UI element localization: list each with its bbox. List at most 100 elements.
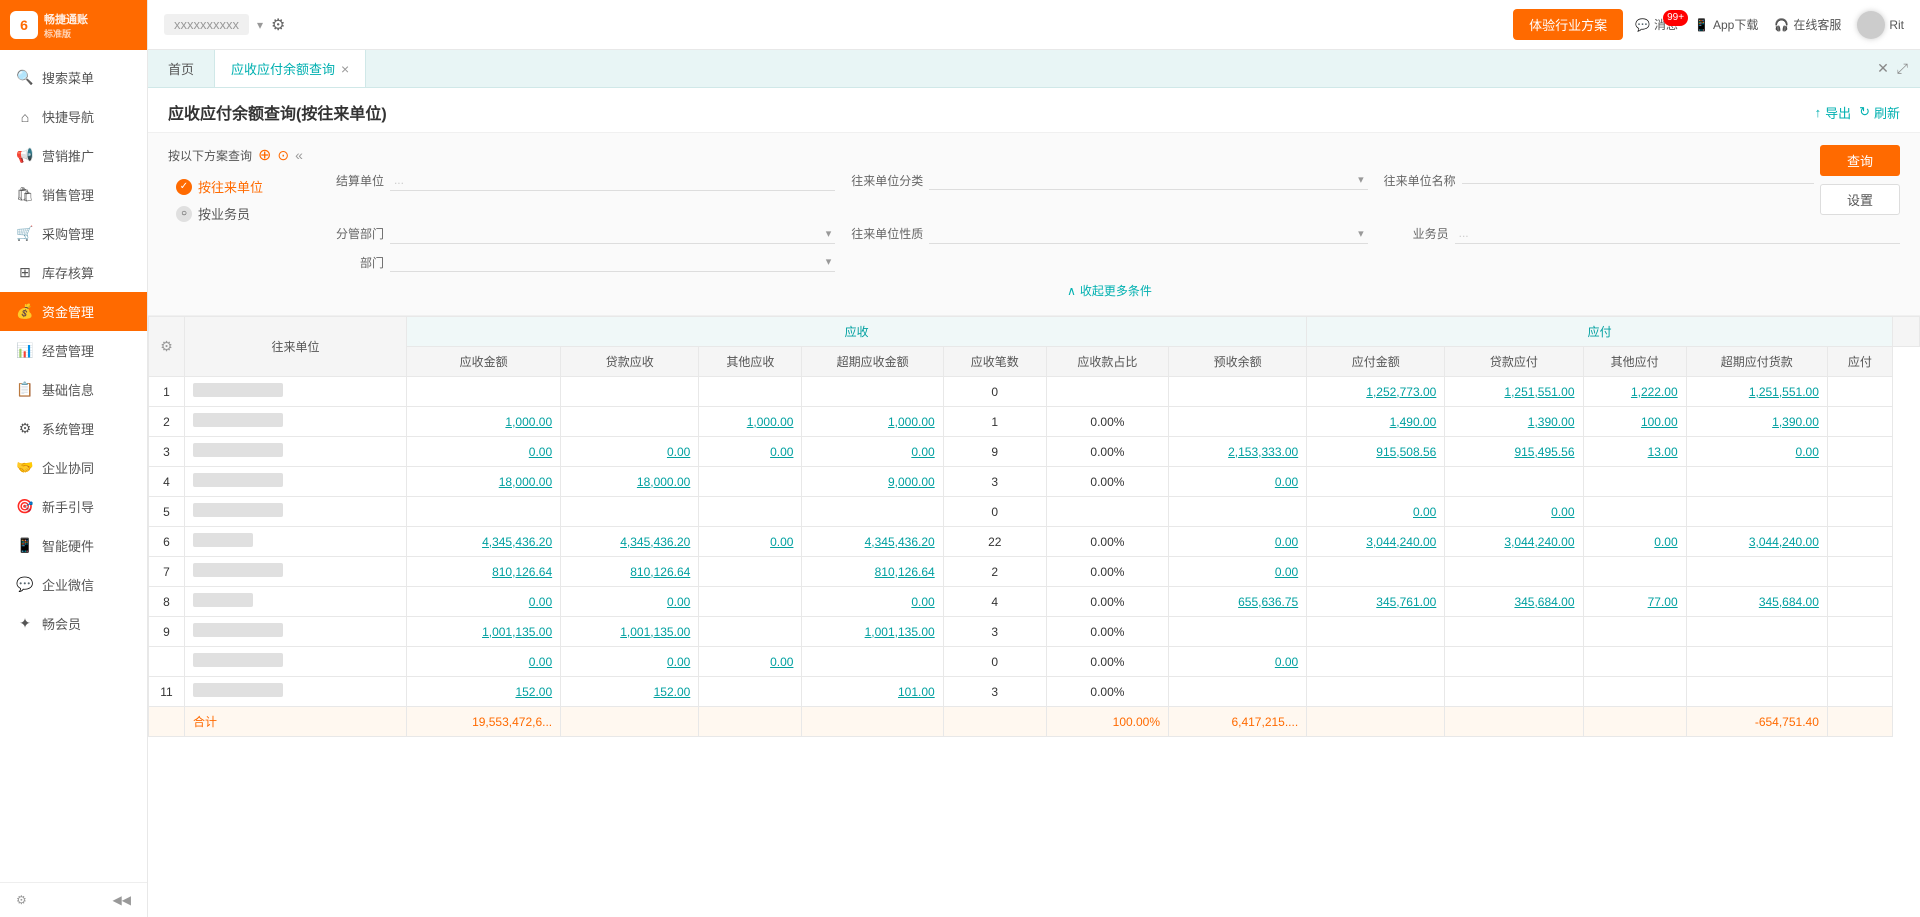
value-link[interactable]: 0.00: [1275, 535, 1298, 549]
sidebar-item-search-menu[interactable]: 🔍 搜索菜单: [0, 58, 147, 97]
value-link[interactable]: 1,390.00: [1528, 415, 1575, 429]
value-link[interactable]: 810,126.64: [630, 565, 690, 579]
value-link[interactable]: 0.00: [529, 595, 552, 609]
value-link[interactable]: 100.00: [1641, 415, 1678, 429]
table-settings-gear-icon[interactable]: ⚙: [160, 338, 173, 354]
sidebar-item-purchase[interactable]: 🛒 采购管理: [0, 214, 147, 253]
solution-button[interactable]: 体验行业方案: [1513, 9, 1623, 40]
transaction-category-select[interactable]: ▾: [929, 170, 1367, 190]
sidebar-item-quick-nav[interactable]: ⌂ 快捷导航: [0, 97, 147, 136]
value-link[interactable]: 0.00: [1551, 505, 1574, 519]
sidebar-item-hardware[interactable]: 📱 智能硬件: [0, 526, 147, 565]
value-link[interactable]: 3,044,240.00: [1504, 535, 1574, 549]
value-link[interactable]: 0.00: [1275, 475, 1298, 489]
sidebar-item-operations[interactable]: 📊 经营管理: [0, 331, 147, 370]
chevron-down-icon[interactable]: ▾: [257, 18, 263, 32]
value-link[interactable]: 0.00: [1796, 445, 1819, 459]
transaction-name-input[interactable]: [1462, 177, 1814, 184]
refresh-button[interactable]: ↻ 刷新: [1859, 103, 1900, 122]
value-link[interactable]: 1,001,135.00: [482, 625, 552, 639]
footer-collapse-icon[interactable]: ◀◀: [113, 893, 131, 907]
value-link[interactable]: 0.00: [770, 535, 793, 549]
settings-button[interactable]: 设置: [1820, 184, 1900, 215]
value-link[interactable]: 0.00: [1275, 565, 1298, 579]
value-link[interactable]: 18,000.00: [499, 475, 552, 489]
value-link[interactable]: 1,222.00: [1631, 385, 1678, 399]
tab-home[interactable]: 首页: [148, 50, 215, 87]
sidebar-item-finance[interactable]: 💰 资金管理: [0, 292, 147, 331]
value-link[interactable]: 4,345,436.20: [482, 535, 552, 549]
sidebar-item-system[interactable]: ⚙ 系统管理: [0, 409, 147, 448]
value-link[interactable]: 13.00: [1648, 445, 1678, 459]
tab-close-icon[interactable]: ×: [341, 61, 349, 77]
user-profile[interactable]: Rit: [1857, 11, 1904, 39]
value-link[interactable]: 152.00: [515, 685, 552, 699]
footer-gear-icon[interactable]: ⚙: [16, 893, 27, 907]
value-link[interactable]: 345,684.00: [1759, 595, 1819, 609]
value-link[interactable]: 77.00: [1648, 595, 1678, 609]
value-link[interactable]: 0.00: [667, 445, 690, 459]
value-link[interactable]: 0.00: [667, 655, 690, 669]
value-link[interactable]: 4,345,436.20: [620, 535, 690, 549]
salesperson-input[interactable]: ...: [1455, 223, 1900, 244]
messages-button[interactable]: 💬 消息 99+: [1635, 16, 1678, 33]
value-link[interactable]: 1,490.00: [1390, 415, 1437, 429]
value-link[interactable]: 1,251,551.00: [1749, 385, 1819, 399]
app-download-button[interactable]: 📱 App下载: [1694, 16, 1758, 33]
value-link[interactable]: 0.00: [911, 445, 934, 459]
online-service-button[interactable]: 🎧 在线客服: [1774, 16, 1841, 33]
sidebar-item-wechat[interactable]: 💬 企业微信: [0, 565, 147, 604]
sidebar-item-member[interactable]: ✦ 畅会员: [0, 604, 147, 643]
settlement-unit-input[interactable]: ...: [390, 170, 835, 191]
value-link[interactable]: 1,001,135.00: [865, 625, 935, 639]
value-link[interactable]: 0.00: [1275, 655, 1298, 669]
value-link[interactable]: 345,684.00: [1514, 595, 1574, 609]
value-link[interactable]: 655,636.75: [1238, 595, 1298, 609]
value-link[interactable]: 3,044,240.00: [1749, 535, 1819, 549]
value-link[interactable]: 101.00: [898, 685, 935, 699]
sidebar-item-basic-info[interactable]: 📋 基础信息: [0, 370, 147, 409]
sidebar-item-guide[interactable]: 🎯 新手引导: [0, 487, 147, 526]
value-link[interactable]: 1,390.00: [1772, 415, 1819, 429]
value-link[interactable]: 0.00: [529, 655, 552, 669]
value-link[interactable]: 152.00: [654, 685, 691, 699]
value-link[interactable]: 345,761.00: [1376, 595, 1436, 609]
value-link[interactable]: 0.00: [911, 595, 934, 609]
value-link[interactable]: 0.00: [1413, 505, 1436, 519]
value-link[interactable]: 0.00: [1654, 535, 1677, 549]
value-link[interactable]: 1,000.00: [888, 415, 935, 429]
value-link[interactable]: 1,000.00: [505, 415, 552, 429]
sidebar-item-sales[interactable]: 🛍 销售管理: [0, 175, 147, 214]
value-link[interactable]: 0.00: [529, 445, 552, 459]
value-link[interactable]: 1,000.00: [747, 415, 794, 429]
scheme-by-salesperson[interactable]: ○ 按业务员: [168, 200, 303, 227]
value-link[interactable]: 4,345,436.20: [865, 535, 935, 549]
value-link[interactable]: 0.00: [770, 445, 793, 459]
value-link[interactable]: 3,044,240.00: [1366, 535, 1436, 549]
value-link[interactable]: 2,153,333.00: [1228, 445, 1298, 459]
scheme-by-partner[interactable]: ✓ 按往来单位: [168, 173, 303, 200]
filter-scheme-settings-button[interactable]: ⊙: [277, 147, 289, 164]
collapse-more-button[interactable]: ∧ 收起更多条件: [1067, 282, 1152, 299]
sidebar-item-marketing[interactable]: 📢 营销推广: [0, 136, 147, 175]
export-button[interactable]: ↑ 导出: [1815, 103, 1852, 122]
value-link[interactable]: 18,000.00: [637, 475, 690, 489]
value-link[interactable]: 1,001,135.00: [620, 625, 690, 639]
value-link[interactable]: 9,000.00: [888, 475, 935, 489]
filter-scheme-collapse-button[interactable]: «: [295, 147, 303, 163]
dept-select[interactable]: ▾: [390, 252, 835, 272]
value-link[interactable]: 810,126.64: [875, 565, 935, 579]
filter-add-button[interactable]: ⊕: [258, 145, 271, 165]
window-close-icon[interactable]: ✕: [1877, 60, 1889, 77]
transaction-nature-select[interactable]: ▾: [929, 224, 1367, 244]
value-link[interactable]: 915,495.56: [1514, 445, 1574, 459]
value-link[interactable]: 915,508.56: [1376, 445, 1436, 459]
value-link[interactable]: 810,126.64: [492, 565, 552, 579]
value-link[interactable]: 1,251,551.00: [1504, 385, 1574, 399]
value-link[interactable]: 0.00: [667, 595, 690, 609]
query-button[interactable]: 查询: [1820, 145, 1900, 176]
managing-dept-select[interactable]: ▾: [390, 224, 835, 244]
value-link[interactable]: 0.00: [770, 655, 793, 669]
window-maximize-icon[interactable]: ⤢: [1897, 60, 1908, 77]
topbar-gear-icon[interactable]: ⚙: [271, 15, 285, 35]
